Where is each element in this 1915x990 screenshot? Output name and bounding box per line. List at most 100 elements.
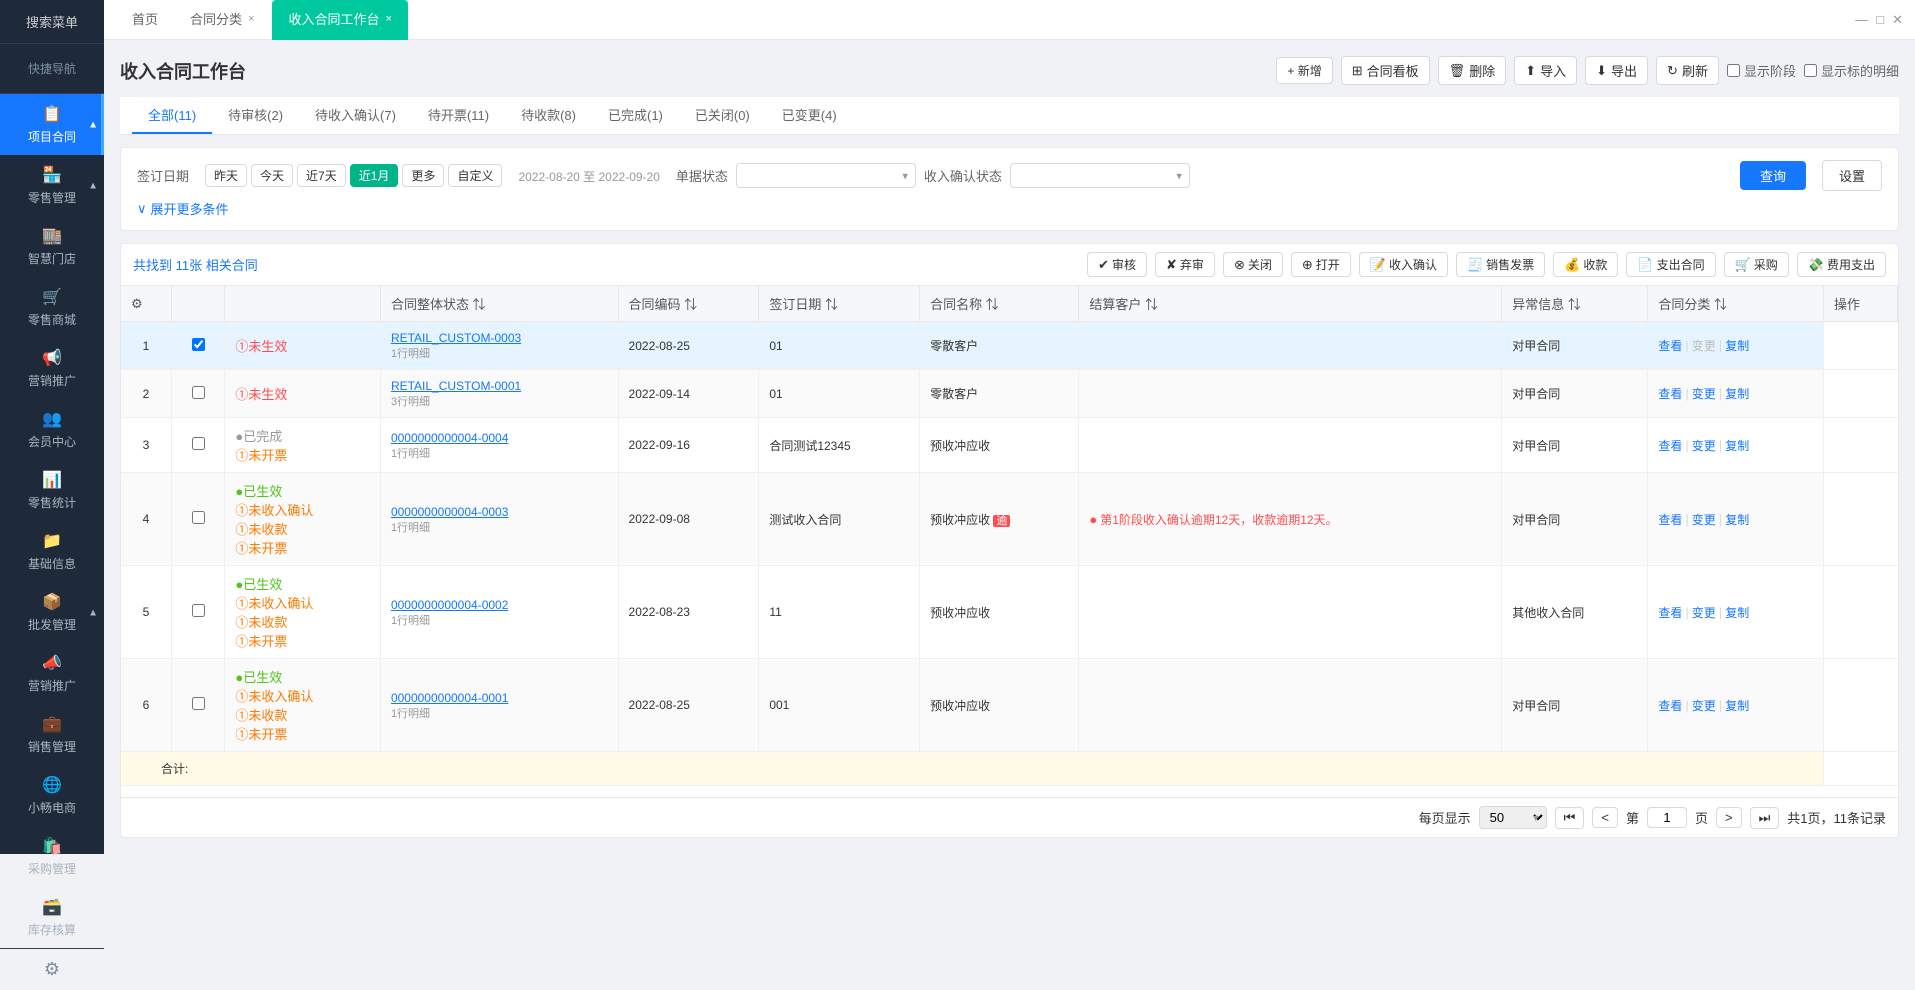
- action-btn-打开[interactable]: ⊕ 打开: [1291, 252, 1351, 277]
- col-sort-name[interactable]: 合同名称 ⇅: [930, 297, 999, 312]
- row-code-link[interactable]: 0000000000004-0002: [391, 598, 508, 612]
- tab-contract-type[interactable]: 合同分类 ×: [174, 0, 270, 40]
- first-page-btn[interactable]: ⏮: [1555, 807, 1585, 829]
- sidebar-item-sales-promote[interactable]: 📣 营销推广: [0, 643, 104, 704]
- status-tab-changed[interactable]: 已变更(4): [766, 97, 853, 134]
- sidebar-item-marketing[interactable]: 📢 营销推广: [0, 338, 104, 399]
- status-tab-pending-confirm[interactable]: 待收入确认(7): [299, 97, 412, 134]
- op-复制-link[interactable]: 复制: [1725, 513, 1749, 527]
- status-tab-closed[interactable]: 已关闭(0): [679, 97, 766, 134]
- sidebar-item-smart-store[interactable]: 🏬 智慧门店: [0, 216, 104, 277]
- sidebar-item-online[interactable]: 🛒 零售商城: [0, 277, 104, 338]
- close-btn[interactable]: ✕: [1892, 12, 1903, 28]
- sidebar-item-project[interactable]: 📋 项目合同 ▲: [0, 94, 104, 155]
- row-checkbox[interactable]: [192, 386, 205, 399]
- col-sort-sign_date[interactable]: 签订日期 ⇅: [769, 297, 838, 312]
- tab-close-contract-type[interactable]: ×: [248, 13, 254, 25]
- sidebar-item-ecomm[interactable]: 🌐 小畅电商: [0, 765, 104, 826]
- op-复制-link[interactable]: 复制: [1725, 339, 1749, 353]
- row-code-link[interactable]: 0000000000004-0001: [391, 691, 508, 705]
- action-btn-关闭[interactable]: ⊗ 关闭: [1223, 252, 1283, 277]
- delete-button[interactable]: 🗑 删除: [1438, 56, 1507, 85]
- last-page-btn[interactable]: ⏭: [1750, 807, 1780, 829]
- op-变更-link[interactable]: 变更: [1692, 699, 1716, 713]
- next-page-btn[interactable]: >: [1716, 807, 1742, 828]
- yesterday-btn[interactable]: 昨天: [205, 164, 247, 187]
- status-tab-all[interactable]: 全部(11): [132, 97, 212, 134]
- maximize-btn[interactable]: □: [1876, 12, 1884, 28]
- tab-income-workbench[interactable]: 收入合同工作台 ×: [272, 0, 407, 40]
- col-sort-customer[interactable]: 结算客户 ⇅: [1089, 297, 1158, 312]
- row-checkbox[interactable]: [192, 338, 205, 351]
- sidebar-item-inventory[interactable]: 🗃️ 库存核算: [0, 887, 104, 948]
- more-btn[interactable]: 更多: [402, 164, 444, 187]
- sidebar-item-member[interactable]: 👥 会员中心: [0, 399, 104, 460]
- op-查看-link[interactable]: 查看: [1658, 387, 1682, 401]
- custom-btn[interactable]: 自定义: [448, 164, 502, 187]
- op-复制-link[interactable]: 复制: [1725, 439, 1749, 453]
- op-查看-link[interactable]: 查看: [1658, 699, 1682, 713]
- sidebar-item-stats[interactable]: 📊 零售统计: [0, 460, 104, 521]
- op-复制-link[interactable]: 复制: [1725, 606, 1749, 620]
- refresh-button[interactable]: ↻ 刷新: [1656, 56, 1719, 85]
- action-btn-弃审[interactable]: ✘ 弃审: [1155, 252, 1215, 277]
- tab-close-income-workbench[interactable]: ×: [385, 13, 391, 25]
- import-button[interactable]: ⬆ 导入: [1514, 56, 1577, 85]
- op-查看-link[interactable]: 查看: [1658, 606, 1682, 620]
- row-checkbox[interactable]: [192, 604, 205, 617]
- table-scroll-area[interactable]: ⚙ 合同整体状态 ⇅ 合同编码 ⇅ 签订日期 ⇅ 合同名称 ⇅ 结算客户 ⇅ 异常信息 ⇅ 合…: [121, 286, 1898, 797]
- expand-more-btn[interactable]: ∨ 展开更多条件: [137, 199, 1882, 218]
- sidebar-item-retail[interactable]: 🏪 零售管理 ▲: [0, 155, 104, 216]
- row-checkbox[interactable]: [192, 437, 205, 450]
- op-变更-link[interactable]: 变更: [1692, 387, 1716, 401]
- status-tab-pending-invoice[interactable]: 待开票(11): [412, 97, 505, 134]
- row-code-link[interactable]: 0000000000004-0003: [391, 505, 508, 519]
- page-size-select[interactable]: 50 100: [1479, 806, 1547, 829]
- col-sort-overall_status[interactable]: 合同整体状态 ⇅: [391, 297, 486, 312]
- table-settings-icon[interactable]: ⚙: [131, 296, 143, 311]
- sidebar-search[interactable]: 搜索菜单: [0, 0, 104, 44]
- set-button[interactable]: 设置: [1822, 160, 1882, 191]
- last1month-btn[interactable]: 近1月: [350, 164, 399, 187]
- col-sort-type[interactable]: 合同分类 ⇅: [1658, 297, 1727, 312]
- op-变更-link[interactable]: 变更: [1692, 606, 1716, 620]
- export-button[interactable]: ⬇ 导出: [1585, 56, 1648, 85]
- row-code-link[interactable]: RETAIL_CUSTOM-0003: [391, 331, 521, 345]
- doc-status-select[interactable]: [736, 163, 916, 188]
- op-查看-link[interactable]: 查看: [1658, 339, 1682, 353]
- sidebar-item-basic[interactable]: 📁 基础信息: [0, 521, 104, 582]
- prev-page-btn[interactable]: <: [1592, 807, 1618, 828]
- col-sort-code[interactable]: 合同编码 ⇅: [629, 297, 698, 312]
- op-查看-link[interactable]: 查看: [1658, 513, 1682, 527]
- row-code-link[interactable]: RETAIL_CUSTOM-0001: [391, 379, 521, 393]
- action-btn-审核[interactable]: ✔ 审核: [1087, 252, 1147, 277]
- op-变更-link[interactable]: 变更: [1692, 439, 1716, 453]
- action-btn-收入确认[interactable]: 📝 收入确认: [1359, 252, 1448, 277]
- status-tab-pending-review[interactable]: 待审核(2): [212, 97, 299, 134]
- col-sort-exception[interactable]: 异常信息 ⇅: [1512, 297, 1581, 312]
- kanban-button[interactable]: ⊞ 合同看板: [1341, 56, 1430, 85]
- action-btn-支出合同[interactable]: 📄 支出合同: [1626, 252, 1715, 277]
- new-button[interactable]: + 新增: [1276, 57, 1332, 84]
- action-btn-费用支出[interactable]: 💸 费用支出: [1797, 252, 1886, 277]
- sidebar-item-sales-mgmt[interactable]: 💼 销售管理: [0, 704, 104, 765]
- sidebar-item-purchase[interactable]: 🛍️ 采购管理: [0, 826, 104, 887]
- row-checkbox[interactable]: [192, 511, 205, 524]
- action-btn-采购[interactable]: 🛒 采购: [1724, 252, 1789, 277]
- today-btn[interactable]: 今天: [251, 164, 293, 187]
- page-number-input[interactable]: [1647, 807, 1687, 828]
- row-code-link[interactable]: 0000000000004-0004: [391, 431, 508, 445]
- tab-home[interactable]: 首页: [116, 0, 174, 40]
- last7days-btn[interactable]: 近7天: [297, 164, 346, 187]
- sidebar-item-batch[interactable]: 📦 批发管理 ▲: [0, 582, 104, 643]
- query-button[interactable]: 查询: [1740, 161, 1806, 190]
- col-sort-operation[interactable]: 操作: [1834, 297, 1860, 312]
- op-复制-link[interactable]: 复制: [1725, 699, 1749, 713]
- action-btn-收款[interactable]: 💰 收款: [1553, 252, 1618, 277]
- op-查看-link[interactable]: 查看: [1658, 439, 1682, 453]
- status-tab-pending-payment[interactable]: 待收款(8): [505, 97, 592, 134]
- settings-icon[interactable]: ⚙: [44, 959, 60, 980]
- action-btn-销售发票[interactable]: 🧾 销售发票: [1456, 252, 1545, 277]
- status-tab-completed[interactable]: 已完成(1): [592, 97, 679, 134]
- show-stage-checkbox[interactable]: 显示阶段: [1727, 61, 1796, 80]
